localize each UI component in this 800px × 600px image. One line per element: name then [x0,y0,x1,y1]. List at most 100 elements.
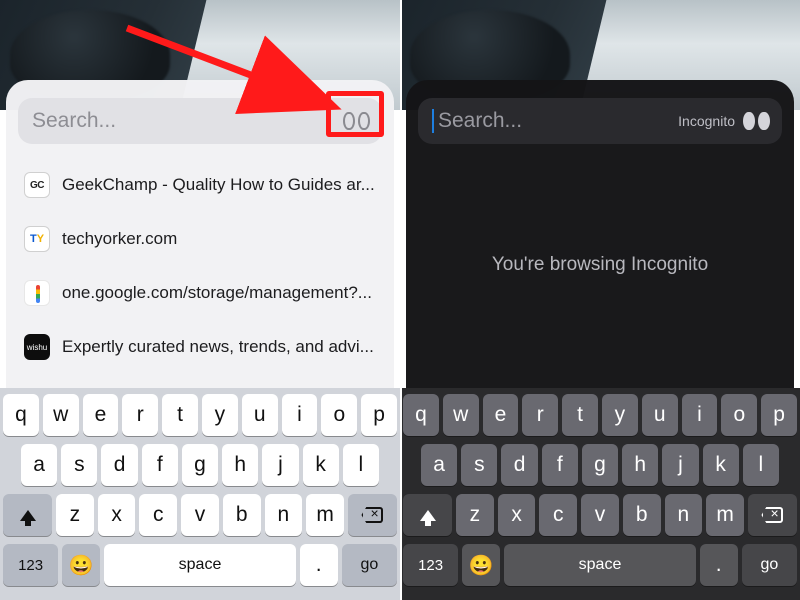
key-p[interactable]: p [761,394,797,436]
suggestion-item[interactable]: TY techyorker.com [12,212,388,266]
incognito-toggle-icon[interactable] [741,112,772,130]
key-m[interactable]: m [306,494,344,536]
key-go[interactable]: go [742,544,797,586]
key-z[interactable]: z [456,494,494,536]
key-x[interactable]: x [498,494,536,536]
panel-dark: Search... Incognito You're browsing Inco… [400,0,800,600]
key-emoji[interactable]: 😀 [62,544,100,586]
keyboard-row: a s d f g h j k l [3,444,397,486]
key-123[interactable]: 123 [403,544,458,586]
suggestion-item[interactable]: GC GeekChamp - Quality How to Guides ar.… [12,158,388,212]
key-o[interactable]: o [321,394,357,436]
suggestion-item[interactable]: wishu Expertly curated news, trends, and… [12,320,388,374]
key-a[interactable]: a [21,444,57,486]
key-r[interactable]: r [122,394,158,436]
key-g[interactable]: g [182,444,218,486]
key-123[interactable]: 123 [3,544,58,586]
search-placeholder: Search... [438,109,678,133]
key-e[interactable]: e [83,394,119,436]
keyboard: q w e r t y u i o p a s d f g h j k l z … [400,388,800,600]
key-d[interactable]: d [101,444,137,486]
key-w[interactable]: w [43,394,79,436]
suggestion-label: one.google.com/storage/management?... [62,283,376,303]
key-s[interactable]: s [61,444,97,486]
key-k[interactable]: k [703,444,739,486]
keyboard-row: q w e r t y u i o p [403,394,797,436]
search-placeholder: Search... [32,109,341,133]
key-l[interactable]: l [343,444,379,486]
key-o[interactable]: o [721,394,757,436]
incognito-message: You're browsing Incognito [406,254,794,276]
shift-icon [20,510,36,521]
key-b[interactable]: b [223,494,261,536]
key-backspace[interactable] [748,494,797,536]
key-period[interactable]: . [300,544,338,586]
keyboard-row: 123 😀 space . go [403,544,797,586]
key-e[interactable]: e [483,394,519,436]
key-i[interactable]: i [282,394,318,436]
incognito-badge: Incognito [678,113,735,129]
key-s[interactable]: s [461,444,497,486]
key-k[interactable]: k [303,444,339,486]
key-z[interactable]: z [56,494,94,536]
key-v[interactable]: v [581,494,619,536]
key-j[interactable]: j [262,444,298,486]
key-b[interactable]: b [623,494,661,536]
key-backspace[interactable] [348,494,397,536]
key-shift[interactable] [403,494,452,536]
keyboard-row: a s d f g h j k l [403,444,797,486]
search-input[interactable]: Search... [18,98,382,144]
key-q[interactable]: q [3,394,39,436]
key-u[interactable]: u [642,394,678,436]
key-v[interactable]: v [181,494,219,536]
key-space[interactable]: space [504,544,695,586]
key-w[interactable]: w [443,394,479,436]
key-h[interactable]: h [622,444,658,486]
key-t[interactable]: t [562,394,598,436]
key-n[interactable]: n [665,494,703,536]
key-g[interactable]: g [582,444,618,486]
key-j[interactable]: j [662,444,698,486]
key-space[interactable]: space [104,544,295,586]
suggestion-label: GeekChamp - Quality How to Guides ar... [62,175,376,195]
key-t[interactable]: t [162,394,198,436]
key-c[interactable]: c [539,494,577,536]
incognito-toggle-icon[interactable] [341,112,372,130]
key-f[interactable]: f [142,444,178,486]
key-emoji[interactable]: 😀 [462,544,500,586]
key-x[interactable]: x [98,494,136,536]
shift-icon [420,510,436,521]
text-caret [432,109,434,133]
panel-divider [400,0,402,600]
keyboard: q w e r t y u i o p a s d f g h j k l z … [0,388,400,600]
key-h[interactable]: h [222,444,258,486]
key-i[interactable]: i [682,394,718,436]
key-period[interactable]: . [700,544,738,586]
search-input[interactable]: Search... Incognito [418,98,782,144]
key-p[interactable]: p [361,394,397,436]
key-r[interactable]: r [522,394,558,436]
key-n[interactable]: n [265,494,303,536]
key-u[interactable]: u [242,394,278,436]
key-m[interactable]: m [706,494,744,536]
backspace-icon [361,507,383,523]
keyboard-row: z x c v b n m [403,494,797,536]
key-a[interactable]: a [421,444,457,486]
key-f[interactable]: f [542,444,578,486]
key-d[interactable]: d [501,444,537,486]
favicon-icon: wishu [24,334,50,360]
key-shift[interactable] [3,494,52,536]
key-l[interactable]: l [743,444,779,486]
suggestion-item[interactable]: one.google.com/storage/management?... [12,266,388,320]
keyboard-row: q w e r t y u i o p [3,394,397,436]
key-y[interactable]: y [202,394,238,436]
key-go[interactable]: go [342,544,397,586]
favicon-icon: TY [24,226,50,252]
key-c[interactable]: c [139,494,177,536]
suggestion-list: GC GeekChamp - Quality How to Guides ar.… [6,158,394,374]
keyboard-row: 123 😀 space . go [3,544,397,586]
suggestion-label: Expertly curated news, trends, and advi.… [62,337,376,357]
panel-light: Search... GC GeekChamp - Quality How to … [0,0,400,600]
key-y[interactable]: y [602,394,638,436]
key-q[interactable]: q [403,394,439,436]
